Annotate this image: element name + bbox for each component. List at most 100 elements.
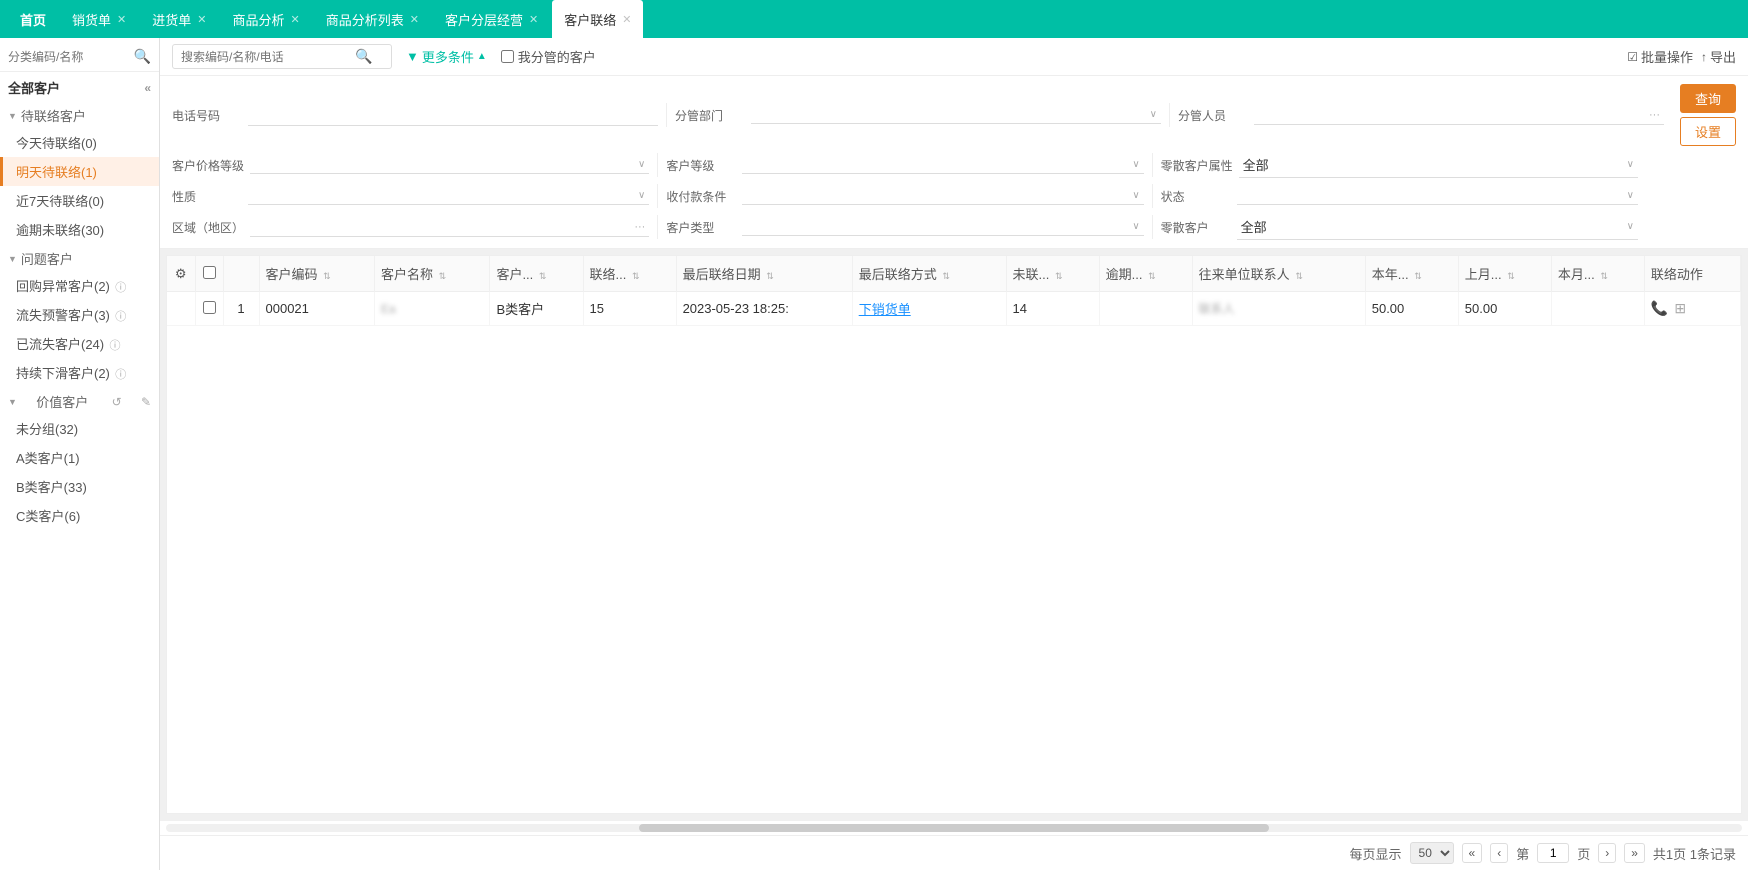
col-customer-code[interactable]: 客户编码 ⇅ xyxy=(259,256,374,292)
sidebar-group-pending[interactable]: 待联络客户 xyxy=(0,101,159,128)
more-filter-button[interactable]: ▼ 更多条件 ▲ xyxy=(400,44,493,69)
filter-input-phone[interactable] xyxy=(248,105,658,126)
row-contact: 15 xyxy=(583,292,676,326)
grid-icon[interactable]: ⊞ xyxy=(1674,300,1686,317)
col-customer-type[interactable]: 客户... ⇅ xyxy=(490,256,583,292)
col-customer-name[interactable]: 客户名称 ⇅ xyxy=(374,256,489,292)
close-icon[interactable]: ✕ xyxy=(197,13,206,26)
filter-select-nature[interactable]: ∨ xyxy=(248,187,649,205)
ellipsis-icon[interactable]: ··· xyxy=(634,221,645,233)
prev-page-button[interactable]: ‹ xyxy=(1490,843,1508,863)
filter-cell-status: 状态 ∨ xyxy=(1161,187,1638,205)
sidebar-item-7days[interactable]: 近7天待联络(0) xyxy=(0,186,159,215)
sidebar-group-problem[interactable]: 问题客户 xyxy=(0,244,159,271)
query-button[interactable]: 查询 xyxy=(1680,84,1736,113)
col-last-method[interactable]: 最后联络方式 ⇅ xyxy=(852,256,1006,292)
setting-button[interactable]: 设置 xyxy=(1680,117,1736,146)
close-icon[interactable]: ✕ xyxy=(410,13,419,26)
filter-select-manager[interactable]: ··· xyxy=(1254,106,1664,125)
nav-tab-0[interactable]: 销货单 ✕ xyxy=(60,0,138,38)
chevron-down-icon: ∨ xyxy=(1150,109,1157,120)
sidebar-item-today[interactable]: 今天待联络(0) xyxy=(0,128,159,157)
filter-select-region[interactable]: ··· xyxy=(250,218,649,237)
page-size-select[interactable]: 50 xyxy=(1410,842,1454,864)
close-icon[interactable]: ✕ xyxy=(117,13,126,26)
sidebar-group-value[interactable]: 价值客户 ↺ ✎ xyxy=(0,387,159,414)
horizontal-scrollbar[interactable] xyxy=(160,820,1748,835)
my-customers-checkbox[interactable]: 我分管的客户 xyxy=(501,47,596,66)
sidebar-item-repurchase-anomaly[interactable]: 回购异常客户(2) ⓘ xyxy=(0,271,159,300)
my-customers-check[interactable] xyxy=(501,50,514,63)
filter-select-price-level[interactable]: ∨ xyxy=(250,156,649,174)
sidebar-item-tomorrow[interactable]: 明天待联络(1) xyxy=(0,157,159,186)
col-uncontacted[interactable]: 未联... ⇅ xyxy=(1006,256,1099,292)
col-last-month[interactable]: 上月... ⇅ xyxy=(1458,256,1551,292)
sidebar-item-declining[interactable]: 持续下滑客户(2) ⓘ xyxy=(0,358,159,387)
filter-select-retail-attr[interactable]: 全部 ∨ xyxy=(1239,152,1638,178)
sidebar: 🔍 全部客户 « 待联络客户 今天待联络(0) 明天待联络(1) 近7天待联络(… xyxy=(0,38,160,870)
page-number-input[interactable] xyxy=(1537,843,1569,863)
col-checkbox-header[interactable] xyxy=(195,256,223,292)
next-page-button[interactable]: › xyxy=(1598,843,1616,863)
col-index-header xyxy=(223,256,259,292)
edit-icon[interactable]: ✎ xyxy=(141,395,151,409)
sidebar-item-ungrouped[interactable]: 未分组(32) xyxy=(0,414,159,443)
sort-icon: ⇅ xyxy=(1600,271,1608,281)
chevron-down-icon: ∨ xyxy=(1132,221,1139,232)
sidebar-item-churned[interactable]: 已流失客户(24) ⓘ xyxy=(0,329,159,358)
row-index: 1 xyxy=(223,292,259,326)
filter-label-retail-attr: 零散客户属性 xyxy=(1161,157,1233,174)
filter-cell-payment: 收付款条件 ∨ xyxy=(666,187,1143,205)
filter-select-status[interactable]: ∨ xyxy=(1237,187,1638,205)
sidebar-all-customers[interactable]: 全部客户 « xyxy=(0,72,159,101)
advanced-filter-panel: 电话号码 分管部门 ∨ 分管人员 ··· xyxy=(160,76,1748,249)
sort-icon: ⇅ xyxy=(1055,271,1063,281)
col-this-month[interactable]: 本月... ⇅ xyxy=(1551,256,1644,292)
first-page-button[interactable]: « xyxy=(1462,843,1483,863)
bulk-operation-button[interactable]: ☑ 批量操作 xyxy=(1627,47,1693,66)
row-checkbox[interactable] xyxy=(195,292,223,326)
col-last-date[interactable]: 最后联络日期 ⇅ xyxy=(676,256,852,292)
filter-select-dept[interactable]: ∨ xyxy=(751,106,1161,124)
filter-label-status: 状态 xyxy=(1161,188,1231,205)
nav-tab-5[interactable]: 客户联络 ✕ xyxy=(552,0,643,38)
search-input[interactable] xyxy=(181,50,351,64)
nav-home[interactable]: 首页 xyxy=(8,0,58,38)
divider xyxy=(657,215,658,239)
phone-icon[interactable]: 📞 xyxy=(1651,300,1668,317)
last-page-button[interactable]: » xyxy=(1624,843,1645,863)
nav-tab-2[interactable]: 商品分析 ✕ xyxy=(220,0,311,38)
close-icon[interactable]: ✕ xyxy=(622,13,631,26)
close-icon[interactable]: ✕ xyxy=(291,13,300,26)
search-icon[interactable]: 🔍 xyxy=(134,48,151,65)
gear-icon[interactable]: ⚙ xyxy=(175,266,187,281)
col-overdue[interactable]: 逾期... ⇅ xyxy=(1099,256,1192,292)
ellipsis-icon[interactable]: ··· xyxy=(1649,109,1660,121)
col-gear[interactable]: ⚙ xyxy=(167,256,195,292)
nav-tab-3[interactable]: 商品分析列表 ✕ xyxy=(314,0,431,38)
sidebar-item-c-class[interactable]: C类客户(6) xyxy=(0,501,159,530)
sidebar-item-a-class[interactable]: A类客户(1) xyxy=(0,443,159,472)
filter-select-payment[interactable]: ∨ xyxy=(742,187,1143,205)
col-contact[interactable]: 联络... ⇅ xyxy=(583,256,676,292)
sidebar-search-input[interactable] xyxy=(8,50,130,64)
search-icon[interactable]: 🔍 xyxy=(355,48,372,65)
col-year-amount[interactable]: 本年... ⇅ xyxy=(1365,256,1458,292)
row-select-checkbox[interactable] xyxy=(203,301,216,314)
nav-tab-1[interactable]: 进货单 ✕ xyxy=(140,0,218,38)
export-button[interactable]: ↑ 导出 xyxy=(1701,47,1736,66)
sidebar-item-b-class[interactable]: B类客户(33) xyxy=(0,472,159,501)
col-unit-contact[interactable]: 往来单位联系人 ⇅ xyxy=(1192,256,1365,292)
filter-row-1: 电话号码 分管部门 ∨ 分管人员 ··· xyxy=(172,84,1736,146)
sidebar-item-churn-warning[interactable]: 流失预警客户(3) ⓘ xyxy=(0,300,159,329)
row-last-method[interactable]: 下销货单 xyxy=(852,292,1006,326)
filter-select-customer-type[interactable]: ∨ xyxy=(742,218,1143,236)
chevron-left-icon[interactable]: « xyxy=(144,81,151,95)
select-all-checkbox[interactable] xyxy=(203,266,216,279)
close-icon[interactable]: ✕ xyxy=(529,13,538,26)
filter-select-retail[interactable]: 全部 ∨ xyxy=(1237,214,1638,240)
nav-tab-4[interactable]: 客户分层经营 ✕ xyxy=(433,0,550,38)
filter-select-level[interactable]: ∨ xyxy=(742,156,1143,174)
refresh-icon[interactable]: ↺ xyxy=(112,395,122,409)
sidebar-item-overdue[interactable]: 逾期未联络(30) xyxy=(0,215,159,244)
